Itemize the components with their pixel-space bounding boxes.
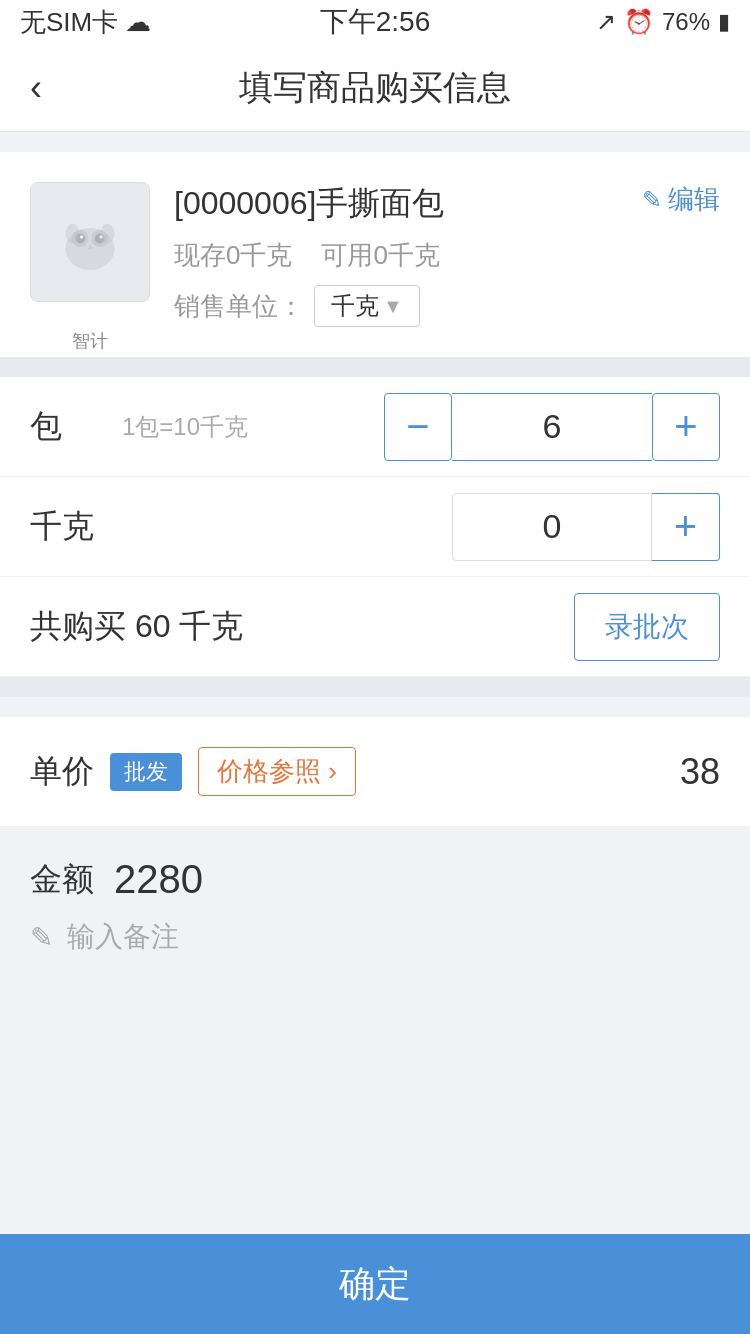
batch-button[interactable]: 录批次 — [574, 593, 720, 661]
bao-quantity-control: − + — [384, 393, 720, 461]
product-image: 智计 — [30, 182, 150, 302]
status-right: ↗ ⏰ 76% ▮ — [596, 8, 730, 36]
product-info: [0000006]手撕面包 现存0千克 可用0千克 销售单位： 千克 ▼ — [174, 182, 720, 327]
alarm-icon: ⏰ — [624, 8, 654, 36]
bao-label: 包 — [30, 405, 110, 449]
price-row: 单价 批发 价格参照 › 38 — [0, 717, 750, 827]
price-section: 单价 批发 价格参照 › 38 — [0, 717, 750, 827]
page-title: 填写商品购买信息 — [239, 65, 511, 111]
bao-row: 包 1包=10千克 − + — [0, 377, 750, 477]
remark-icon: ✎ — [30, 921, 53, 954]
kg-quantity-control: + — [452, 493, 720, 561]
edit-icon: ✎ — [642, 186, 662, 214]
remark-row[interactable]: ✎ 输入备注 — [30, 918, 720, 956]
battery-text: 76% — [662, 8, 710, 36]
kg-label: 千克 — [30, 505, 110, 549]
signal-text: 无SIM卡 ☁ — [20, 5, 151, 40]
unit-value: 千克 — [331, 290, 379, 322]
svg-point-9 — [101, 224, 115, 244]
confirm-button[interactable]: 确定 — [0, 1234, 750, 1334]
divider-1 — [0, 357, 750, 377]
back-button[interactable]: ‹ — [30, 67, 80, 109]
stock-text: 现存0千克 — [174, 240, 292, 270]
unit-select[interactable]: 千克 ▼ — [314, 285, 420, 327]
owl-icon — [55, 207, 125, 277]
divider-2 — [0, 677, 750, 697]
amount-label: 金额 — [30, 858, 94, 902]
product-card: 智计 [0000006]手撕面包 现存0千克 可用0千克 销售单位： 千克 ▼ … — [0, 152, 750, 357]
bao-decrement-button[interactable]: − — [384, 393, 452, 461]
total-amount: 60 — [135, 608, 171, 644]
status-time: 下午2:56 — [320, 3, 431, 41]
edit-button[interactable]: ✎ 编辑 — [642, 182, 720, 217]
price-value: 38 — [680, 751, 720, 793]
available-text: 可用0千克 — [321, 240, 439, 270]
amount-value: 2280 — [114, 857, 203, 902]
bao-hint: 1包=10千克 — [122, 411, 384, 443]
bao-quantity-input[interactable] — [452, 393, 652, 461]
gray-fill — [0, 976, 750, 1276]
total-row: 共购买 60 千克 录批次 — [0, 577, 750, 677]
location-icon: ↗ — [596, 8, 616, 36]
product-code-name: [0000006]手撕面包 — [174, 182, 720, 226]
price-label: 单价 — [30, 750, 94, 794]
product-code: [0000006] — [174, 185, 316, 221]
amount-row: 金额 2280 — [30, 857, 720, 902]
svg-point-5 — [80, 235, 84, 239]
unit-label: 销售单位： — [174, 289, 304, 324]
svg-point-8 — [66, 224, 80, 244]
bao-increment-button[interactable]: + — [652, 393, 720, 461]
price-ref-button[interactable]: 价格参照 › — [198, 747, 356, 796]
dropdown-icon: ▼ — [383, 295, 403, 318]
nav-bar: ‹ 填写商品购买信息 — [0, 44, 750, 132]
battery-icon: ▮ — [718, 9, 730, 35]
total-unit: 千克 — [179, 608, 243, 644]
product-name: 手撕面包 — [316, 185, 444, 221]
edit-label: 编辑 — [668, 182, 720, 217]
product-image-label: 智计 — [72, 329, 108, 353]
kg-increment-button[interactable]: + — [652, 493, 720, 561]
remark-placeholder: 输入备注 — [67, 918, 179, 956]
amount-section: 金额 2280 ✎ 输入备注 — [0, 827, 750, 976]
status-bar: 无SIM卡 ☁ 下午2:56 ↗ ⏰ 76% ▮ — [0, 0, 750, 44]
total-text: 共购买 60 千克 — [30, 605, 243, 649]
total-label: 共购买 — [30, 608, 135, 644]
product-stock: 现存0千克 可用0千克 — [174, 238, 720, 273]
kg-quantity-input[interactable] — [452, 493, 652, 561]
kg-row: 千克 + — [0, 477, 750, 577]
quantity-section: 包 1包=10千克 − + 千克 + 共购买 60 千克 录批次 — [0, 377, 750, 677]
price-tag: 批发 — [110, 753, 182, 791]
product-unit: 销售单位： 千克 ▼ — [174, 285, 720, 327]
status-left: 无SIM卡 ☁ — [20, 5, 151, 40]
